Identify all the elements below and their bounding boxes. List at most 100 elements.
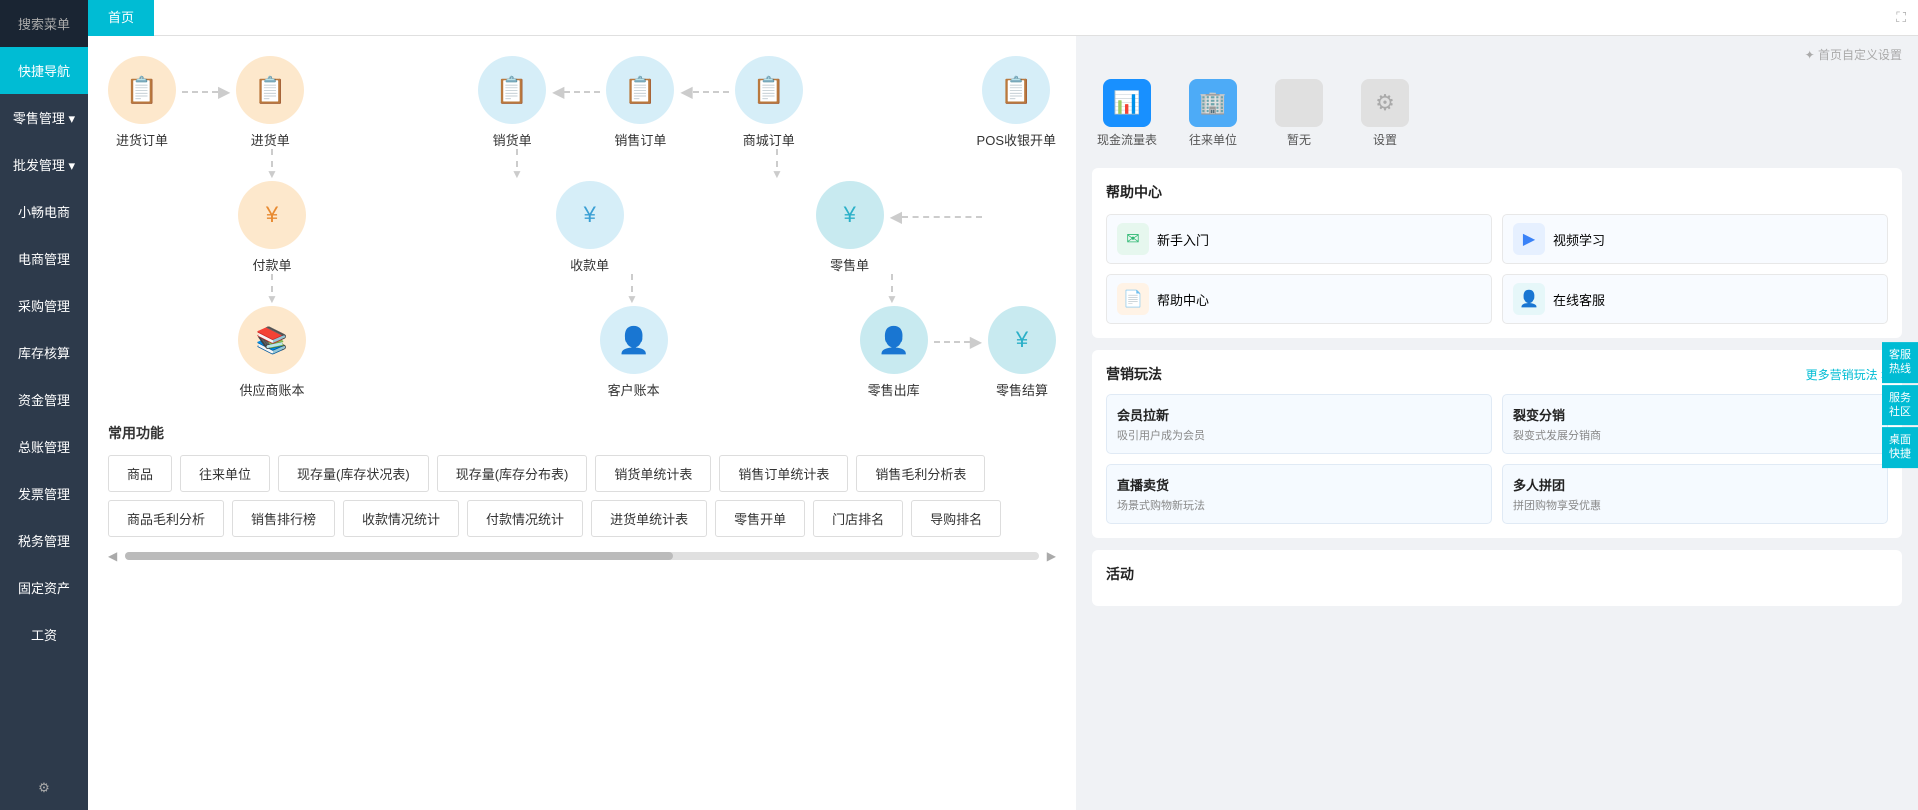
quick-icon-暂无[interactable]: 暂无 — [1264, 79, 1334, 148]
flow-node-shoukuan: ¥ 收款单 — [556, 181, 624, 274]
marketing-item-多人拼团[interactable]: 多人拼团 拼团购物享受优惠 — [1502, 464, 1888, 524]
flow-icon-lingshou-out[interactable]: 👤 — [860, 306, 928, 374]
sidebar-item-发票管理[interactable]: 发票管理 — [0, 470, 88, 517]
fullscreen-button[interactable]: ⛶ — [1896, 9, 1906, 25]
sidebar-item-快捷导航[interactable]: 快捷导航 — [0, 47, 88, 94]
right-panel: ✦ 首页自定义设置 📊 现金流量表 🏢 往来单位 暂无 ⚙ 设置 帮助中心 ✉ … — [1076, 36, 1918, 810]
sidebar-item-零售管理[interactable]: 零售管理 ▾ — [0, 94, 88, 141]
flow-icon-mall-order[interactable]: 📋 — [735, 56, 803, 124]
help-icon-在线客服: 👤 — [1513, 283, 1545, 315]
func-btn-付款情况统计[interactable]: 付款情况统计 — [467, 500, 583, 537]
func-btn-进货单统计表[interactable]: 进货单统计表 — [591, 500, 707, 537]
help-item-帮助中心[interactable]: 📄 帮助中心 — [1106, 274, 1492, 324]
sidebar-item-批发管理[interactable]: 批发管理 ▾ — [0, 141, 88, 188]
flow-diagram: 📋 进货订单 ▶ 📋 进货单 — [108, 56, 1056, 399]
marketing-item-直播卖货[interactable]: 直播卖货 场景式购物新玩法 — [1106, 464, 1492, 524]
float-btn-客服热线[interactable]: 客服热线 — [1882, 342, 1918, 383]
quick-icon-label-设置: 设置 — [1373, 131, 1397, 148]
func-btn-销售排行榜[interactable]: 销售排行榜 — [232, 500, 335, 537]
scroll-thumb — [125, 552, 673, 560]
sidebar-item-资金管理[interactable]: 资金管理 — [0, 376, 88, 423]
quick-icon-box-设置: ⚙ — [1361, 79, 1409, 127]
quick-access-bar: 📊 现金流量表 🏢 往来单位 暂无 ⚙ 设置 — [1092, 71, 1902, 156]
flow-icon-xiaoshou-order[interactable]: 📋 — [606, 56, 674, 124]
sidebar-search[interactable]: 搜索菜单 — [0, 0, 88, 47]
help-item-视频学习[interactable]: ▶ 视频学习 — [1502, 214, 1888, 264]
flow-icon-xiaohuo[interactable]: 📋 — [478, 56, 546, 124]
float-btn-桌面快捷[interactable]: 桌面快捷 — [1882, 427, 1918, 468]
arrow-lingshou-out-jiasuan: ▶ — [928, 332, 988, 352]
marketing-header: 营销玩法 更多营销玩法 > — [1106, 364, 1888, 384]
marketing-title-会员拉新: 会员拉新 — [1117, 405, 1481, 424]
func-btn-商品[interactable]: 商品 — [108, 455, 172, 492]
scroll-track[interactable] — [125, 552, 1039, 560]
flow-label-customer-account: 客户账本 — [608, 380, 660, 399]
flow-icon-lingshou[interactable]: ¥ — [816, 181, 884, 249]
sidebar-item-电商管理[interactable]: 电商管理 — [0, 235, 88, 282]
func-btn-现存量(库存分布表)[interactable]: 现存量(库存分布表) — [437, 455, 588, 492]
func-btn-现存量(库存状况表)[interactable]: 现存量(库存状况表) — [278, 455, 429, 492]
arrow-4-3: ◀ — [546, 82, 606, 102]
common-functions-section: 常用功能 商品往来单位现存量(库存状况表)现存量(库存分布表)销货单统计表销售订… — [108, 423, 1056, 537]
sidebar-item-采购管理[interactable]: 采购管理 — [0, 282, 88, 329]
func-btn-往来单位[interactable]: 往来单位 — [180, 455, 270, 492]
sidebar-item-小畅电商[interactable]: 小畅电商 — [0, 188, 88, 235]
flow-icon-customer-account[interactable]: 👤 — [600, 306, 668, 374]
flow-node-xiaoshou-order: 📋 销售订单 — [606, 56, 674, 149]
func-btn-收款情况统计[interactable]: 收款情况统计 — [343, 500, 459, 537]
help-item-在线客服[interactable]: 👤 在线客服 — [1502, 274, 1888, 324]
flow-icon-supplier-account[interactable]: 📚 — [238, 306, 306, 374]
flow-node-supplier-account: 📚 供应商账本 — [238, 306, 306, 399]
sidebar-item-总账管理[interactable]: 总账管理 — [0, 423, 88, 470]
quick-icon-box-暂无 — [1275, 79, 1323, 127]
flow-icon-fukuan[interactable]: ¥ — [238, 181, 306, 249]
quick-icon-label-暂无: 暂无 — [1287, 131, 1311, 148]
common-functions-title: 常用功能 — [108, 423, 1056, 443]
flow-icon-shoukuan[interactable]: ¥ — [556, 181, 624, 249]
marketing-item-裂变分销[interactable]: 裂变分销 裂变式发展分销商 — [1502, 394, 1888, 454]
flow-icon-jinhuo-order[interactable]: 📋 — [108, 56, 176, 124]
help-label-帮助中心: 帮助中心 — [1157, 290, 1209, 309]
marketing-more-link[interactable]: 更多营销玩法 > — [1806, 366, 1888, 383]
quick-icon-现金流量表[interactable]: 📊 现金流量表 — [1092, 79, 1162, 148]
help-icon-视频学习: ▶ — [1513, 223, 1545, 255]
func-btn-门店排名[interactable]: 门店排名 — [813, 500, 903, 537]
sidebar-item-库存核算[interactable]: 库存核算 — [0, 329, 88, 376]
flow-icon-pos[interactable]: 📋 — [982, 56, 1050, 124]
flow-row-3: 📚 供应商账本 👤 客户账本 👤 零售出库 — [108, 306, 1056, 399]
flow-label-supplier-account: 供应商账本 — [239, 380, 304, 399]
tab-首页[interactable]: 首页 — [88, 0, 154, 36]
flow-label-lingshou-settle: 零售结算 — [996, 380, 1048, 399]
marketing-item-会员拉新[interactable]: 会员拉新 吸引用户成为会员 — [1106, 394, 1492, 454]
func-btn-销售订单统计表[interactable]: 销售订单统计表 — [719, 455, 848, 492]
flow-icon-jinhuo[interactable]: 📋 — [236, 56, 304, 124]
help-item-新手入门[interactable]: ✉ 新手入门 — [1106, 214, 1492, 264]
marketing-title-直播卖货: 直播卖货 — [1117, 475, 1481, 494]
quick-icon-往来单位[interactable]: 🏢 往来单位 — [1178, 79, 1248, 148]
func-btn-销货单统计表[interactable]: 销货单统计表 — [595, 455, 711, 492]
flow-label-jinhuo-order: 进货订单 — [116, 130, 168, 149]
func-btn-零售开单[interactable]: 零售开单 — [715, 500, 805, 537]
marketing-title-多人拼团: 多人拼团 — [1513, 475, 1877, 494]
quick-icon-设置[interactable]: ⚙ 设置 — [1350, 79, 1420, 148]
scroll-right[interactable]: ▶ — [1047, 549, 1056, 563]
flow-label-shoukuan: 收款单 — [570, 255, 609, 274]
flow-row-1: 📋 进货订单 ▶ 📋 进货单 — [108, 56, 1056, 149]
flow-label-pos: POS收银开单 — [977, 130, 1056, 149]
sidebar-item-税务管理[interactable]: 税务管理 — [0, 517, 88, 564]
func-btn-销售毛利分析表[interactable]: 销售毛利分析表 — [856, 455, 985, 492]
func-btn-导购排名[interactable]: 导购排名 — [911, 500, 1001, 537]
help-center-card: 帮助中心 ✉ 新手入门 ▶ 视频学习 📄 帮助中心 👤 在线客服 — [1092, 168, 1902, 338]
sidebar-settings-icon[interactable]: ⚙ — [0, 766, 88, 810]
quick-icon-box-现金流量表: 📊 — [1103, 79, 1151, 127]
homepage-customize[interactable]: ✦ 首页自定义设置 — [1092, 46, 1902, 63]
sidebar-item-固定资产[interactable]: 固定资产 — [0, 564, 88, 611]
help-center-title: 帮助中心 — [1106, 182, 1888, 202]
float-btn-服务社区[interactable]: 服务社区 — [1882, 385, 1918, 426]
scroll-left[interactable]: ◀ — [108, 549, 117, 563]
flow-label-xiaoshou-order: 销售订单 — [614, 130, 666, 149]
sidebar-item-工资[interactable]: 工资 — [0, 611, 88, 658]
flow-icon-lingshou-settle[interactable]: ¥ — [988, 306, 1056, 374]
func-btn-商品毛利分析[interactable]: 商品毛利分析 — [108, 500, 224, 537]
flow-node-fukuan: ¥ 付款单 — [238, 181, 306, 274]
